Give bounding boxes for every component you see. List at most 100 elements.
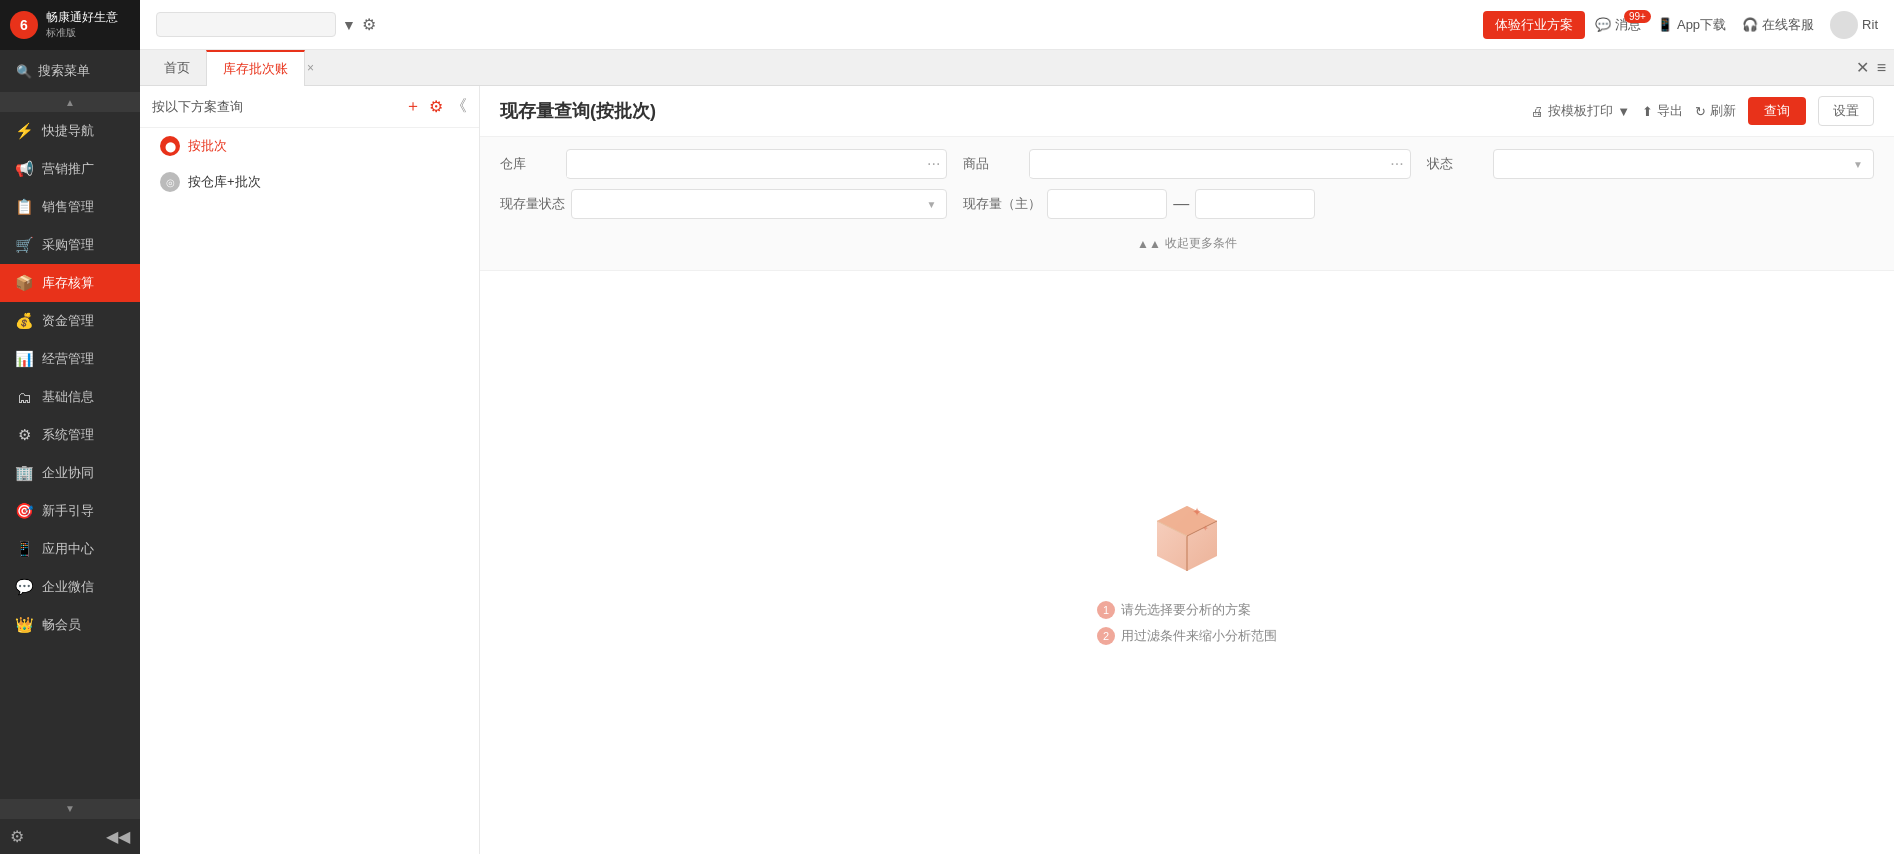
sidebar-item-apps[interactable]: 📱 应用中心 [0, 530, 140, 568]
collapse-panel-button[interactable]: 《 [451, 96, 467, 117]
app-icon: 📱 [1657, 17, 1673, 32]
stock-qty-dash: — [1173, 195, 1189, 213]
empty-illustration: ✦ ✦ [1137, 481, 1237, 581]
guide-icon: 🎯 [14, 502, 34, 520]
product-filter-input[interactable] [1030, 152, 1384, 177]
sidebar-item-guide[interactable]: 🎯 新手引导 [0, 492, 140, 530]
basic-icon: 🗂 [14, 389, 34, 406]
sidebar-item-label: 企业协同 [42, 464, 94, 482]
user-avatar-area[interactable]: Rit [1830, 11, 1878, 39]
topbar-right: 💬 消息 99+ 📱 App下载 🎧 在线客服 Rit [1595, 11, 1878, 39]
sidebar-item-system[interactable]: ⚙ 系统管理 [0, 416, 140, 454]
sidebar-item-label: 新手引导 [42, 502, 94, 520]
app-download-button[interactable]: 📱 App下载 [1657, 16, 1726, 34]
page-content: 按以下方案查询 ＋ ⚙ 《 ⬤ 按批次 ◎ 按仓库+批次 现存量查询(按批次) [140, 86, 1894, 854]
message-button[interactable]: 💬 消息 99+ [1595, 16, 1641, 34]
filter-product: 商品 ··· [963, 149, 1410, 179]
tab-close-button[interactable]: × [305, 61, 316, 75]
topbar-search-input[interactable] [156, 12, 336, 37]
right-panel: 现存量查询(按批次) 🖨 按模板打印 ▼ ⬆ 导出 ↻ 刷新 [480, 86, 1894, 854]
page-title: 现存量查询(按批次) [500, 99, 656, 123]
sidebar-item-wechat[interactable]: 💬 企业微信 [0, 568, 140, 606]
stock-qty-max-input[interactable] [1195, 189, 1315, 219]
stock-qty-min-input[interactable] [1047, 189, 1167, 219]
sales-icon: 📋 [14, 198, 34, 216]
sidebar-search-button[interactable]: 🔍 搜索菜单 [10, 58, 130, 84]
warehouse-filter-dots[interactable]: ··· [921, 155, 946, 173]
sidebar-item-member[interactable]: 👑 畅会员 [0, 606, 140, 644]
app-subtitle: 标准版 [46, 26, 118, 40]
filter-row-2: 现存量状态 ▼ 现存量（主） — [500, 189, 1874, 219]
sidebar-item-label: 资金管理 [42, 312, 94, 330]
finance-icon: 💰 [14, 312, 34, 330]
tab-home[interactable]: 首页 [148, 50, 206, 86]
message-badge: 99+ [1624, 10, 1651, 23]
product-filter-dots[interactable]: ··· [1384, 155, 1409, 173]
collapse-sidebar-button[interactable]: ◀◀ [106, 827, 130, 846]
sidebar-item-sales[interactable]: 📋 销售管理 [0, 188, 140, 226]
sidebar-item-finance[interactable]: 💰 资金管理 [0, 302, 140, 340]
sidebar-item-enterprise[interactable]: 🏢 企业协同 [0, 454, 140, 492]
sidebar-scroll-down[interactable]: ▼ [0, 799, 140, 818]
sidebar-item-purchase[interactable]: 🛒 采购管理 [0, 226, 140, 264]
status-filter-select[interactable]: ▼ [1493, 149, 1874, 179]
avatar [1830, 11, 1858, 39]
status-chevron-icon: ▼ [1853, 159, 1863, 170]
settings-button[interactable]: 设置 [1818, 96, 1874, 126]
export-icon: ⬆ [1642, 104, 1653, 119]
warehouse-filter-input-wrapper: ··· [566, 149, 947, 179]
tab-inventory-batch[interactable]: 库存批次账 [206, 50, 305, 86]
plan-label-by-batch: 按批次 [188, 137, 227, 155]
operations-icon: 📊 [14, 350, 34, 368]
wechat-icon: 💬 [14, 578, 34, 596]
filter-warehouse: 仓库 ··· [500, 149, 947, 179]
tabs-panel-close-button[interactable]: ✕ [1856, 58, 1869, 77]
sidebar-item-operations[interactable]: 📊 经营管理 [0, 340, 140, 378]
sidebar-item-label: 系统管理 [42, 426, 94, 444]
plan-item-by-warehouse-batch[interactable]: ◎ 按仓库+批次 [140, 164, 479, 200]
tip-num-1: 1 [1097, 601, 1115, 619]
refresh-button[interactable]: ↻ 刷新 [1695, 102, 1736, 120]
filter-stock-status: 现存量状态 ▼ [500, 189, 947, 219]
print-label: 按模板打印 [1548, 102, 1613, 120]
topbar: ▼ ⚙ 体验行业方案 💬 消息 99+ 📱 App下载 🎧 在线客服 Rit [140, 0, 1894, 50]
stock-status-select[interactable]: ▼ [571, 189, 947, 219]
sidebar-item-quick-nav[interactable]: ⚡ 快捷导航 [0, 112, 140, 150]
sidebar-scroll-up[interactable]: ▲ [0, 93, 140, 112]
collapse-filter-button[interactable]: ▲▲ 收起更多条件 [500, 229, 1874, 258]
sidebar-item-label: 畅会员 [42, 616, 81, 634]
sidebar-header: 6 畅康通好生意 标准版 [0, 0, 140, 50]
export-button[interactable]: ⬆ 导出 [1642, 102, 1683, 120]
left-panel-header: 按以下方案查询 ＋ ⚙ 《 [140, 86, 479, 128]
topbar-gear-button[interactable]: ⚙ [362, 15, 376, 34]
sidebar-footer: ⚙ ◀◀ [0, 818, 140, 854]
sidebar-item-inventory[interactable]: 📦 库存核算 [0, 264, 140, 302]
status-filter-label: 状态 [1427, 155, 1487, 173]
settings-footer-button[interactable]: ⚙ [10, 827, 24, 846]
plan-item-by-batch[interactable]: ⬤ 按批次 [140, 128, 479, 164]
empty-tips: 1 请先选择要分析的方案 2 用过滤条件来缩小分析范围 [1097, 601, 1277, 645]
sidebar-item-marketing[interactable]: 📢 营销推广 [0, 150, 140, 188]
service-label: 在线客服 [1762, 16, 1814, 34]
print-dropdown-icon: ▼ [1617, 104, 1630, 119]
sidebar-item-basic[interactable]: 🗂 基础信息 [0, 378, 140, 416]
query-button[interactable]: 查询 [1748, 97, 1806, 125]
collapse-label: 收起更多条件 [1165, 235, 1237, 252]
online-service-button[interactable]: 🎧 在线客服 [1742, 16, 1814, 34]
add-plan-button[interactable]: ＋ [405, 96, 421, 117]
svg-text:✦: ✦ [1202, 524, 1209, 533]
sidebar: 6 畅康通好生意 标准版 🔍 搜索菜单 ▲ ⚡ 快捷导航 📢 营销推广 📋 销售… [0, 0, 140, 854]
left-panel-title: 按以下方案查询 [152, 98, 243, 116]
tip-text-1: 请先选择要分析的方案 [1121, 601, 1251, 619]
sidebar-item-label: 企业微信 [42, 578, 94, 596]
tabs-panel-expand-button[interactable]: ≡ [1877, 59, 1886, 77]
settings-plan-button[interactable]: ⚙ [429, 97, 443, 116]
search-icon: 🔍 [16, 64, 32, 79]
warehouse-filter-input[interactable] [567, 152, 921, 177]
plan-icon-active: ⬤ [160, 136, 180, 156]
sidebar-item-label: 经营管理 [42, 350, 94, 368]
topbar-dropdown-button[interactable]: ▼ [342, 17, 356, 33]
print-template-button[interactable]: 🖨 按模板打印 ▼ [1531, 102, 1630, 120]
trial-button[interactable]: 体验行业方案 [1483, 11, 1585, 39]
filter-stock-qty: 现存量（主） — [963, 189, 1410, 219]
